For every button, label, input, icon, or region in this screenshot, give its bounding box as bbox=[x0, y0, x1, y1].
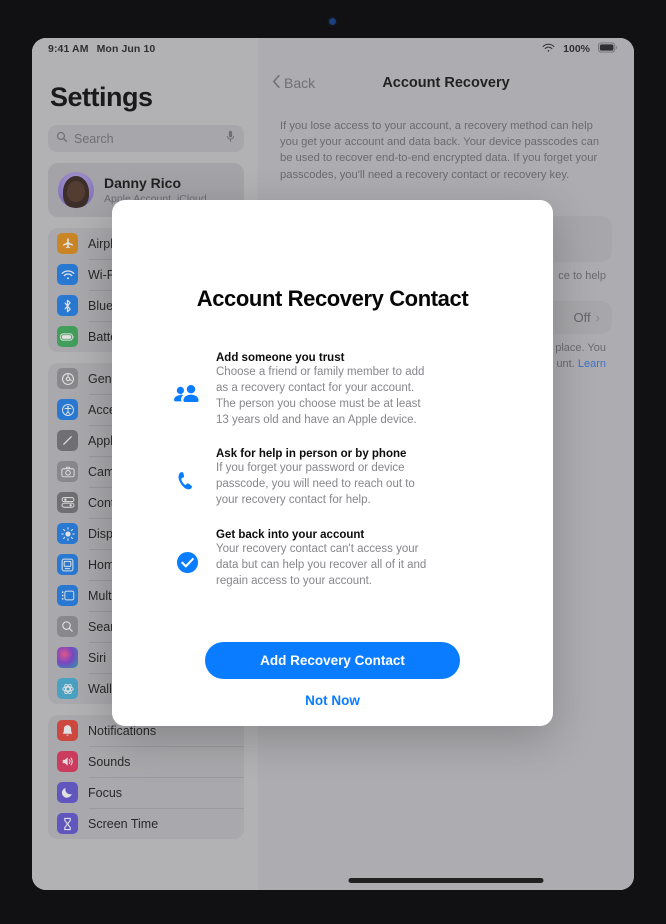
feature-body: If you forget your password or device pa… bbox=[216, 462, 415, 507]
front-camera-icon bbox=[329, 18, 336, 25]
modal-actions: Add Recovery Contact Not Now bbox=[142, 642, 523, 726]
checkmark-circle-icon bbox=[172, 529, 202, 590]
feature-body: Choose a friend or family member to add … bbox=[216, 366, 425, 426]
ipad-screen: 9:41 AM Mon Jun 10 Settings Search Danny… bbox=[32, 38, 634, 890]
feature-get-back-into-account: Get back into your account Your recovery… bbox=[142, 529, 523, 590]
two-people-icon bbox=[172, 352, 202, 428]
feature-body: Your recovery contact can't access your … bbox=[216, 543, 427, 587]
feature-title: Add someone you trust bbox=[216, 352, 345, 364]
account-recovery-contact-modal: Account Recovery Contact Add someone you… bbox=[112, 200, 553, 726]
not-now-button[interactable]: Not Now bbox=[142, 693, 523, 708]
feature-title: Ask for help in person or by phone bbox=[216, 448, 407, 461]
feature-ask-for-help: Ask for help in person or by phone If yo… bbox=[142, 448, 523, 509]
add-recovery-contact-button[interactable]: Add Recovery Contact bbox=[205, 642, 460, 679]
ipad-device: 9:41 AM Mon Jun 10 Settings Search Danny… bbox=[0, 0, 666, 924]
modal-title: Account Recovery Contact bbox=[196, 286, 469, 311]
feature-title: Get back into your account bbox=[216, 529, 365, 542]
feature-add-someone-you-trust: Add someone you trust Choose a friend or… bbox=[142, 352, 523, 428]
phone-icon bbox=[172, 448, 202, 509]
feature-list: Add someone you trust Choose a friend or… bbox=[142, 352, 523, 610]
